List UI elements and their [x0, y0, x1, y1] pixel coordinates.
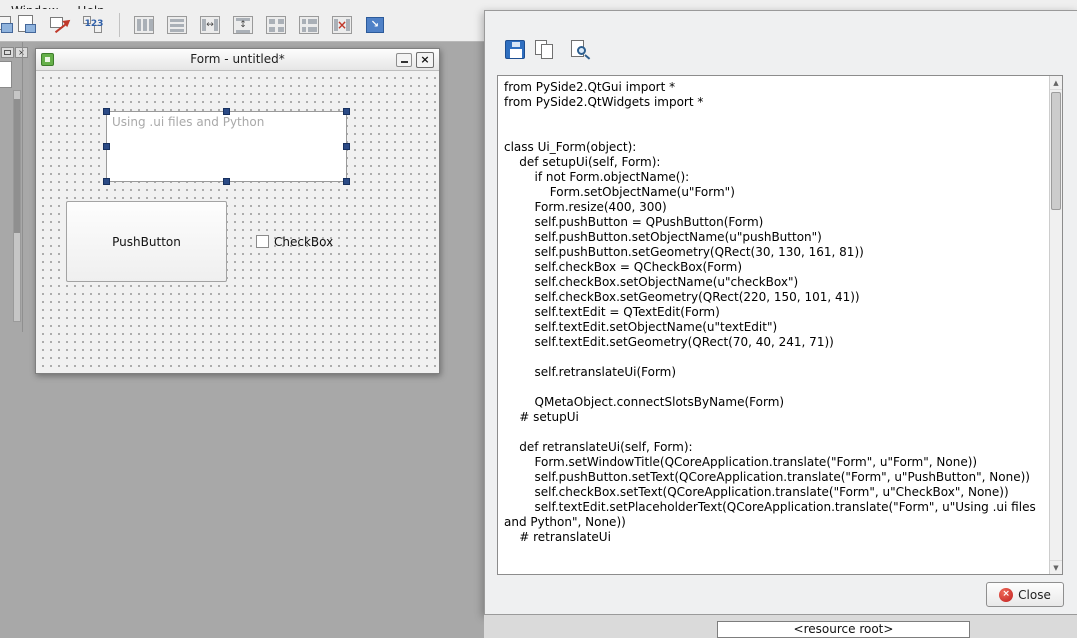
code-line: Form.setWindowTitle(QCoreApplication.tra… [504, 455, 1056, 470]
resource-root-item[interactable]: <resource root> [717, 621, 970, 638]
code-line: self.pushButton = QPushButton(Form) [504, 215, 1056, 230]
splitter-arrow-glyph: ↔ [201, 20, 219, 30]
form-editor-window: Form - untitled* × Using .ui files and P… [35, 48, 440, 374]
code-line: self.textEdit.setObjectName(u"textEdit") [504, 320, 1056, 335]
code-line: self.pushButton.setObjectName(u"pushButt… [504, 230, 1056, 245]
selection-handle[interactable] [103, 143, 110, 150]
code-line: self.checkBox.setText(QCoreApplication.t… [504, 485, 1056, 500]
code-line: self.pushButton.setGeometry(QRect(30, 13… [504, 245, 1056, 260]
float-icon [4, 50, 11, 55]
pushbutton-widget[interactable]: PushButton [66, 201, 227, 282]
close-button-icon: × [999, 588, 1013, 602]
close-button[interactable]: × Close [986, 582, 1064, 607]
edit-signals-slots-icon[interactable] [47, 12, 73, 38]
code-line [504, 110, 1056, 125]
code-line: self.retranslateUi(Form) [504, 365, 1056, 380]
code-line: self.textEdit.setPlaceholderText(QCoreAp… [504, 500, 1056, 515]
edit-widgets-icon[interactable] [14, 12, 40, 38]
break-layout-icon[interactable]: × [329, 12, 355, 38]
checkbox-widget[interactable]: CheckBox [256, 221, 357, 262]
close-window-button[interactable]: × [416, 52, 434, 68]
layout-vertical-icon[interactable] [164, 12, 190, 38]
dock-scrollbar-thumb[interactable] [14, 99, 20, 233]
code-preview-dialog: ▲ ▼ from PySide2.QtGui import *from PySi… [484, 10, 1077, 615]
scrollbar-thumb[interactable] [1051, 92, 1061, 210]
code-line [504, 350, 1056, 365]
tab-order-digits: 123 [83, 19, 105, 29]
checkbox-label: CheckBox [274, 235, 333, 249]
code-line: self.textEdit = QTextEdit(Form) [504, 305, 1056, 320]
code-line: self.checkBox.setGeometry(QRect(220, 150… [504, 290, 1056, 305]
scroll-down-button[interactable]: ▼ [1050, 560, 1062, 574]
menu-window[interactable]: Window [4, 1, 65, 9]
screen: Window Help 123 ↔ ↕ × ↘ × Form - untitle… [0, 0, 1077, 638]
code-line: def retranslateUi(self, Form): [504, 440, 1056, 455]
bottom-dock: <resource root> [484, 615, 1077, 638]
selection-handle[interactable] [223, 108, 230, 115]
form-window-icon [41, 53, 54, 66]
code-line: from PySide2.QtGui import * [504, 80, 1056, 95]
adjust-size-icon[interactable]: ↘ [362, 12, 388, 38]
layout-splitter-horizontal-icon[interactable]: ↔ [197, 12, 223, 38]
code-line: if not Form.objectName(): [504, 170, 1056, 185]
selection-handle[interactable] [103, 108, 110, 115]
layout-splitter-vertical-icon[interactable]: ↕ [230, 12, 256, 38]
selection-handle[interactable] [103, 178, 110, 185]
code-line [504, 380, 1056, 395]
form-window-titlebar[interactable]: Form - untitled* × [36, 49, 439, 71]
textedit-placeholder: Using .ui files and Python [112, 115, 264, 129]
save-icon[interactable] [504, 38, 528, 62]
code-line: from PySide2.QtWidgets import * [504, 95, 1056, 110]
code-text-area[interactable]: ▲ ▼ from PySide2.QtGui import *from PySi… [497, 75, 1063, 575]
splitter-arrow-glyph: ↕ [234, 20, 252, 30]
code-scrollbar[interactable]: ▲ ▼ [1049, 76, 1062, 574]
layout-form-icon[interactable] [296, 12, 322, 38]
code-line: self.checkBox.setObjectName(u"checkBox") [504, 275, 1056, 290]
code-line: and Python", None)) [504, 515, 1056, 530]
code-line: self.pushButton.setText(QCoreApplication… [504, 470, 1056, 485]
dock-float-button[interactable] [1, 47, 14, 58]
minimize-button[interactable] [396, 53, 412, 67]
code-line: self.checkBox = QCheckBox(Form) [504, 260, 1056, 275]
menu-help[interactable]: Help [70, 1, 111, 9]
form-window-title: Form - untitled* [36, 49, 439, 70]
selection-handle[interactable] [223, 178, 230, 185]
minimize-icon [401, 61, 408, 63]
layout-grid-icon[interactable] [263, 12, 289, 38]
code-line: Form.setObjectName(u"Form") [504, 185, 1056, 200]
toolbar-separator [119, 13, 120, 37]
code-line: # retranslateUi [504, 530, 1056, 545]
code-line: self.textEdit.setGeometry(QRect(70, 40, … [504, 335, 1056, 350]
menubar: Window Help [0, 0, 1077, 9]
selection-handle[interactable] [343, 178, 350, 185]
dock-panel-fragment [0, 61, 12, 88]
form-canvas[interactable]: Using .ui files and Python PushButton Ch… [36, 71, 439, 373]
dock-border-line [22, 42, 23, 332]
code-line [504, 125, 1056, 140]
checkbox-indicator [256, 235, 269, 248]
layout-horizontal-icon[interactable] [131, 12, 157, 38]
code-line: def setupUi(self, Form): [504, 155, 1056, 170]
copy-icon[interactable] [533, 38, 557, 62]
find-icon[interactable] [568, 38, 592, 62]
close-button-label: Close [1018, 588, 1051, 602]
selection-handle[interactable] [343, 143, 350, 150]
code-line [504, 425, 1056, 440]
adjust-size-arrow-glyph: ↘ [366, 17, 384, 33]
code-line: class Ui_Form(object): [504, 140, 1056, 155]
scroll-up-button[interactable]: ▲ [1050, 76, 1062, 90]
code-line: Form.resize(400, 300) [504, 200, 1056, 215]
selection-handle[interactable] [343, 108, 350, 115]
code-line: QMetaObject.connectSlotsByName(Form) [504, 395, 1056, 410]
code-line: # setupUi [504, 410, 1056, 425]
textedit-widget[interactable]: Using .ui files and Python [106, 111, 347, 182]
edit-tab-order-icon[interactable]: 123 [80, 12, 106, 38]
break-layout-x-glyph: × [333, 18, 351, 32]
